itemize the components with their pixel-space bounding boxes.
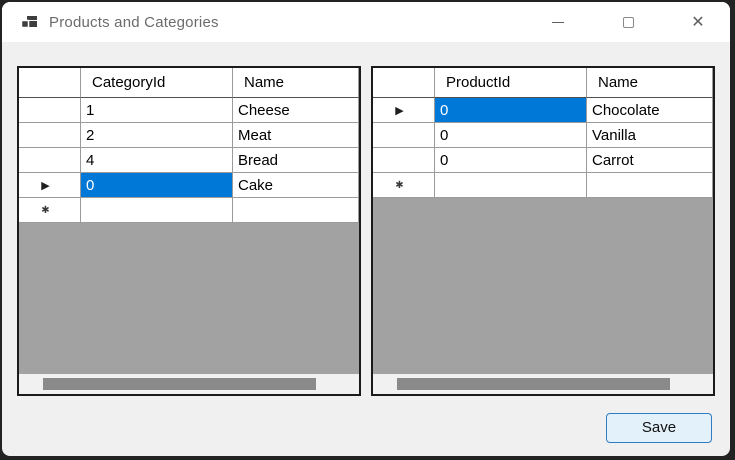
grid-cell[interactable] xyxy=(81,198,233,223)
grid-empty-area xyxy=(19,223,359,374)
horizontal-scrollbar[interactable] xyxy=(373,374,713,394)
row-header[interactable] xyxy=(19,98,81,123)
grid-cell[interactable]: 4 xyxy=(81,148,233,173)
grid-cell[interactable]: 1 xyxy=(81,98,233,123)
column-header-categoryid[interactable]: CategoryId xyxy=(81,68,233,98)
row-header[interactable] xyxy=(373,123,435,148)
app-icon xyxy=(20,13,38,31)
grid-cell[interactable]: Vanilla xyxy=(587,123,713,148)
grid-corner-header[interactable] xyxy=(373,68,435,98)
grid-cell[interactable]: Bread xyxy=(233,148,359,173)
column-header-name[interactable]: Name xyxy=(587,68,713,98)
scrollbar-thumb[interactable] xyxy=(397,378,670,390)
column-header-name[interactable]: Name xyxy=(233,68,359,98)
grid-cell[interactable]: 0 xyxy=(435,123,587,148)
close-button[interactable]: ✕ xyxy=(675,2,721,42)
save-button[interactable]: Save xyxy=(606,413,712,443)
client-area: CategoryIdName1Cheese2Meat4Bread▶0Cake✱ … xyxy=(2,42,730,456)
grid-cell[interactable]: 2 xyxy=(81,123,233,148)
products-table: ProductIdName ▶0Chocolate0Vanilla0Carrot ✱ xyxy=(373,68,713,198)
grid-cell[interactable]: Carrot xyxy=(587,148,713,173)
minimize-icon xyxy=(552,22,564,23)
row-header[interactable] xyxy=(373,148,435,173)
titlebar: Products and Categories ✕ xyxy=(2,2,730,42)
row-header[interactable] xyxy=(19,123,81,148)
grid-cell[interactable]: Cake xyxy=(233,173,359,198)
current-row-indicator-icon[interactable]: ▶ xyxy=(19,173,81,198)
grid-cell[interactable]: 0 xyxy=(435,148,587,173)
maximize-button[interactable] xyxy=(605,2,651,42)
grid-cell[interactable]: Chocolate xyxy=(587,98,713,123)
products-grid: ProductIdName ▶0Chocolate0Vanilla0Carrot ✱ xyxy=(371,66,715,396)
grid-cell[interactable]: Meat xyxy=(233,123,359,148)
current-row-indicator-icon[interactable]: ▶ xyxy=(373,98,435,123)
selected-grid-cell[interactable]: 0 xyxy=(81,173,233,198)
new-row-icon[interactable]: ✱ xyxy=(19,198,81,223)
column-header-productid[interactable]: ProductId xyxy=(435,68,587,98)
grid-corner-header[interactable] xyxy=(19,68,81,98)
grid-empty-area xyxy=(373,198,713,374)
grid-cell[interactable]: Cheese xyxy=(233,98,359,123)
minimize-button[interactable] xyxy=(535,2,581,42)
grid-cell[interactable] xyxy=(233,198,359,223)
grid-cell[interactable] xyxy=(587,173,713,198)
categories-table: CategoryIdName1Cheese2Meat4Bread ▶0Cake ✱ xyxy=(19,68,359,223)
new-row-icon[interactable]: ✱ xyxy=(373,173,435,198)
row-header[interactable] xyxy=(19,148,81,173)
categories-grid: CategoryIdName1Cheese2Meat4Bread ▶0Cake ✱ xyxy=(17,66,361,396)
scrollbar-thumb[interactable] xyxy=(43,378,316,390)
maximize-icon xyxy=(623,17,634,28)
horizontal-scrollbar[interactable] xyxy=(19,374,359,394)
grid-cell[interactable] xyxy=(435,173,587,198)
close-icon: ✕ xyxy=(691,12,704,32)
app-window: Products and Categories ✕ CategoryIdName… xyxy=(2,2,730,456)
selected-grid-cell[interactable]: 0 xyxy=(435,98,587,123)
window-title: Products and Categories xyxy=(49,14,219,31)
window-controls: ✕ xyxy=(535,2,721,42)
